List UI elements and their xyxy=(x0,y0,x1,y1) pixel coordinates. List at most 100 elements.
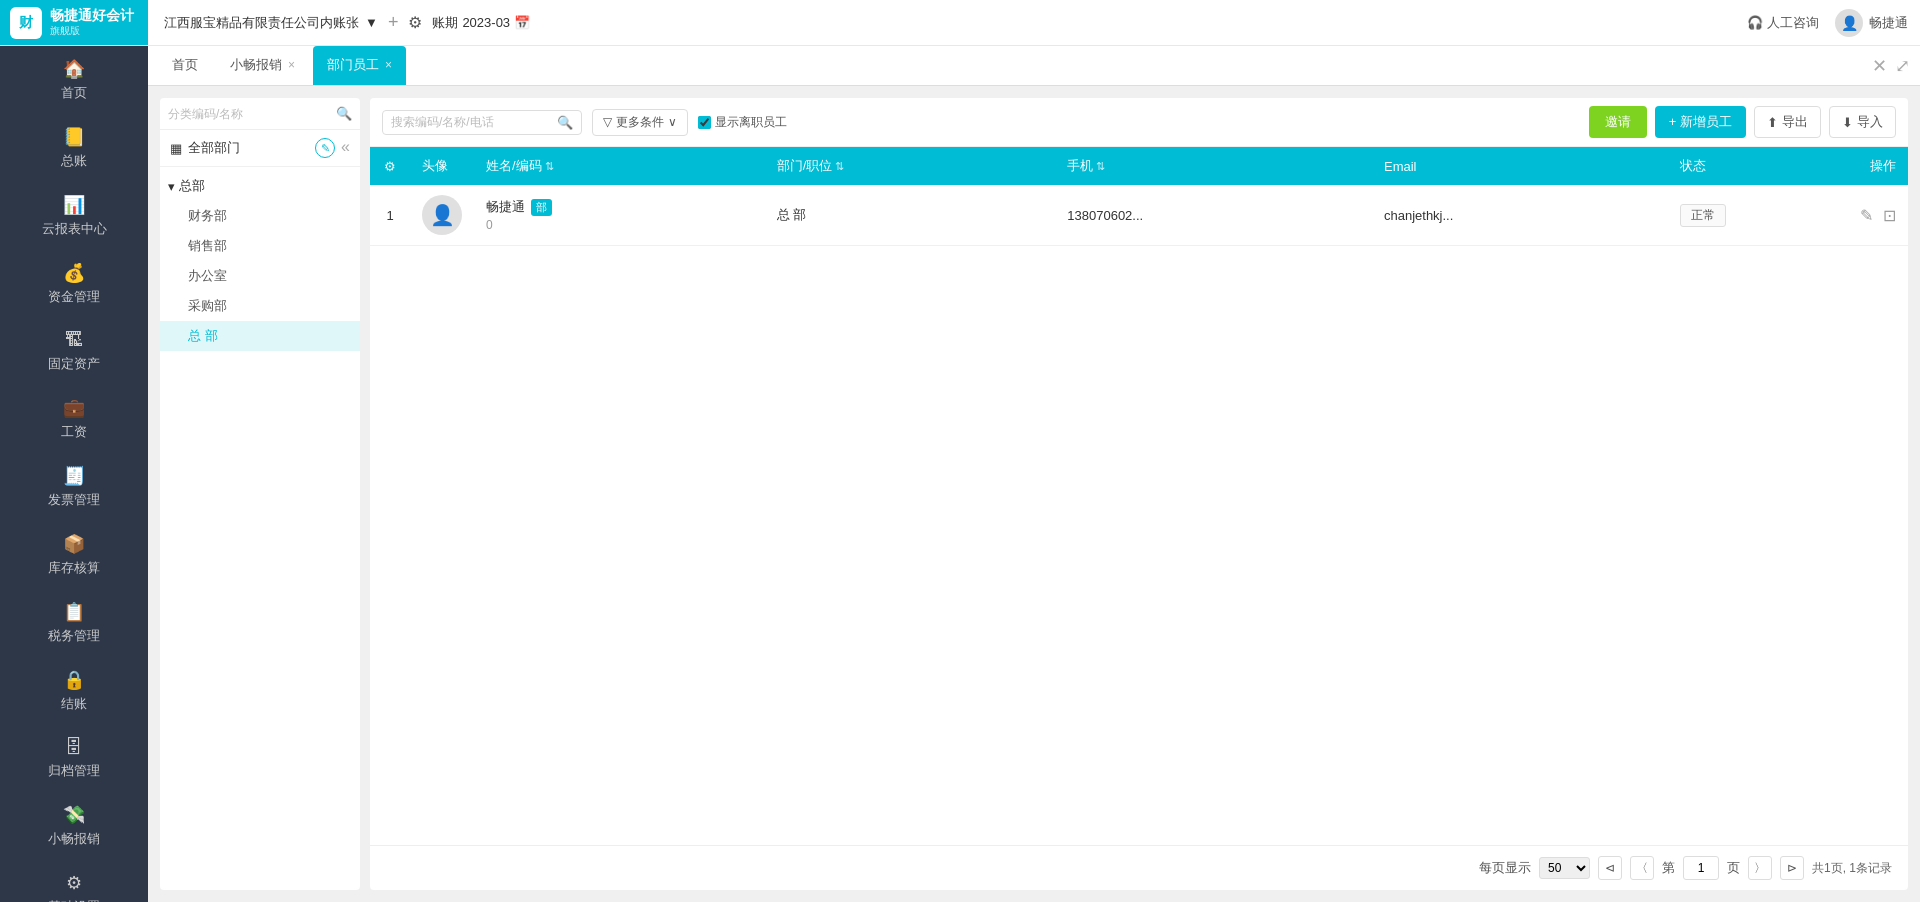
calendar-icon: 📅 xyxy=(514,15,530,30)
dept-general-label: 总部 xyxy=(179,177,205,195)
content-area: 首页 小畅报销 × 部门员工 × ✕ ⤢ 🔍 xyxy=(148,46,1920,902)
import-button[interactable]: ⬇ 导入 xyxy=(1829,106,1896,138)
sidebar-item-ledger[interactable]: 📒 总账 xyxy=(0,114,148,182)
dept-search-input[interactable] xyxy=(168,107,330,121)
employee-search-box[interactable]: 🔍 xyxy=(382,110,582,135)
per-page-select[interactable]: 50 20 100 xyxy=(1539,857,1590,879)
support-label: 人工咨询 xyxy=(1767,14,1819,32)
page-label: 第 xyxy=(1662,859,1675,877)
dept-edit-icon[interactable]: ✎ xyxy=(315,138,335,158)
sidebar-label-inventory: 库存核算 xyxy=(48,559,100,577)
sidebar-item-closing[interactable]: 🔒 结账 xyxy=(0,657,148,725)
sidebar-item-settings[interactable]: ⚙ 基础设置 xyxy=(0,860,148,902)
next-page-button[interactable]: 〉 xyxy=(1748,856,1772,880)
show-resigned-checkbox[interactable] xyxy=(698,116,711,129)
employee-search-input[interactable] xyxy=(391,115,551,129)
first-page-button[interactable]: ⊲ xyxy=(1598,856,1622,880)
company-selector[interactable]: 江西服宝精品有限责任公司内账张 ▼ xyxy=(164,14,378,32)
dept-collapse-icon[interactable]: « xyxy=(341,138,350,158)
ledger-icon: 📒 xyxy=(63,126,85,148)
employee-code: 0 xyxy=(486,218,753,232)
page-suffix: 页 xyxy=(1727,859,1740,877)
sidebar-item-tax[interactable]: 📋 税务管理 xyxy=(0,589,148,657)
sidebar-label-invoice: 发票管理 xyxy=(48,491,100,509)
total-info: 共1页, 1条记录 xyxy=(1812,860,1892,877)
export-label: 导出 xyxy=(1782,113,1808,131)
row-index: 1 xyxy=(370,185,410,246)
tab-expense-close[interactable]: × xyxy=(288,58,295,72)
last-page-button[interactable]: ⊳ xyxy=(1780,856,1804,880)
disable-employee-icon[interactable]: ⊡ xyxy=(1883,206,1896,225)
sidebar-item-invoice[interactable]: 🧾 发票管理 xyxy=(0,453,148,521)
dept-search-icon[interactable]: 🔍 xyxy=(336,106,352,121)
pagination: 每页显示 50 20 100 ⊲ 〈 第 页 〉 ⊳ 共1页, 1条记录 xyxy=(370,845,1908,890)
show-resigned-toggle[interactable]: 显示离职员工 xyxy=(698,114,787,131)
dept-tree-item-sales[interactable]: 销售部 xyxy=(160,231,360,261)
row-avatar-cell: 👤 xyxy=(410,185,474,246)
sidebar-item-inventory[interactable]: 📦 库存核算 xyxy=(0,521,148,589)
col-phone[interactable]: 手机 xyxy=(1055,147,1372,185)
col-dept[interactable]: 部门/职位 xyxy=(765,147,1056,185)
toolbar-right: 邀请 + 新增员工 ⬆ 导出 ⬇ 导入 xyxy=(1589,106,1896,138)
app-edition: 旗舰版 xyxy=(50,24,134,38)
name-row: 畅捷通 部 xyxy=(486,198,753,216)
invite-button[interactable]: 邀请 xyxy=(1589,106,1647,138)
export-button[interactable]: ⬆ 导出 xyxy=(1754,106,1821,138)
tab-home-label: 首页 xyxy=(172,56,198,74)
sidebar-label-tax: 税务管理 xyxy=(48,627,100,645)
add-employee-button[interactable]: + 新增员工 xyxy=(1655,106,1746,138)
tab-dept[interactable]: 部门员工 × xyxy=(313,46,406,85)
sidebar-label-ledger: 总账 xyxy=(61,152,87,170)
tab-close-all-icon[interactable]: ✕ xyxy=(1872,55,1887,77)
tab-dept-close[interactable]: × xyxy=(385,58,392,72)
col-status: 状态 xyxy=(1668,147,1788,185)
sidebar-item-expense[interactable]: 💸 小畅报销 xyxy=(0,792,148,860)
tab-home[interactable]: 首页 xyxy=(158,46,212,85)
col-settings[interactable]: ⚙ xyxy=(370,147,410,185)
edit-employee-icon[interactable]: ✎ xyxy=(1860,206,1873,225)
tab-expense-label: 小畅报销 xyxy=(230,56,282,74)
sidebar-item-home[interactable]: 🏠 首页 xyxy=(0,46,148,114)
home-icon: 🏠 xyxy=(63,58,85,80)
dept-purchase-label: 采购部 xyxy=(188,297,227,315)
sidebar-item-salary[interactable]: 💼 工资 xyxy=(0,385,148,453)
dept-tree-item-finance[interactable]: 财务部 xyxy=(160,201,360,231)
header-right: 🎧 人工咨询 👤 畅捷通 xyxy=(1747,9,1908,37)
user-menu[interactable]: 👤 畅捷通 xyxy=(1835,9,1908,37)
app-name: 畅捷通好会计 xyxy=(50,7,134,24)
row-phone: 138070602... xyxy=(1055,185,1372,246)
dept-finance-label: 财务部 xyxy=(188,207,227,225)
row-dept: 总 部 xyxy=(765,185,1056,246)
dept-tree-item-general-header[interactable]: ▾ 总部 xyxy=(160,171,360,201)
dept-tree-item-purchase[interactable]: 采购部 xyxy=(160,291,360,321)
period-value: 2023-03 xyxy=(462,15,510,30)
dept-left-panel: 🔍 ▦ 全部部门 ✎ « ▾ 总部 xyxy=(160,98,360,890)
sidebar-item-archive[interactable]: 🗄 归档管理 xyxy=(0,725,148,792)
dept-arrow-icon: ▾ xyxy=(168,179,175,194)
top-header: 财 畅捷通好会计 旗舰版 江西服宝精品有限责任公司内账张 ▼ + ⚙ 账期 20… xyxy=(0,0,1920,46)
employees-table: ⚙ 头像 姓名/编码 部门/职位 手机 Email 状态 操作 xyxy=(370,147,1908,845)
sidebar-item-assets[interactable]: 🏗 固定资产 xyxy=(0,318,148,385)
row-name-cell: 畅捷通 部 0 xyxy=(474,185,765,246)
header-settings-icon[interactable]: ⚙ xyxy=(408,13,422,32)
import-icon: ⬇ xyxy=(1842,115,1853,130)
prev-page-button[interactable]: 〈 xyxy=(1630,856,1654,880)
support-button[interactable]: 🎧 人工咨询 xyxy=(1747,14,1819,32)
logo-area: 财 畅捷通好会计 旗舰版 xyxy=(0,0,148,45)
add-account-button[interactable]: + xyxy=(388,12,399,33)
sidebar-item-reports[interactable]: 📊 云报表中心 xyxy=(0,182,148,250)
export-icon: ⬆ xyxy=(1767,115,1778,130)
col-name[interactable]: 姓名/编码 xyxy=(474,147,765,185)
tab-expand-icon[interactable]: ⤢ xyxy=(1895,55,1910,77)
dept-tree-item-general2[interactable]: 总 部 xyxy=(160,321,360,351)
status-badge: 正常 xyxy=(1680,204,1726,227)
tax-icon: 📋 xyxy=(63,601,85,623)
more-filter-button[interactable]: ▽ 更多条件 ∨ xyxy=(592,109,688,136)
sidebar-item-capital[interactable]: 💰 资金管理 xyxy=(0,250,148,318)
tab-expense[interactable]: 小畅报销 × xyxy=(216,46,309,85)
accounting-period[interactable]: 账期 2023-03 📅 xyxy=(432,14,530,32)
dept-tree: ▾ 总部 财务部 销售部 办公室 采购部 xyxy=(160,167,360,890)
company-arrow-icon: ▼ xyxy=(365,15,378,30)
dept-tree-item-office[interactable]: 办公室 xyxy=(160,261,360,291)
current-page-input[interactable] xyxy=(1683,856,1719,880)
